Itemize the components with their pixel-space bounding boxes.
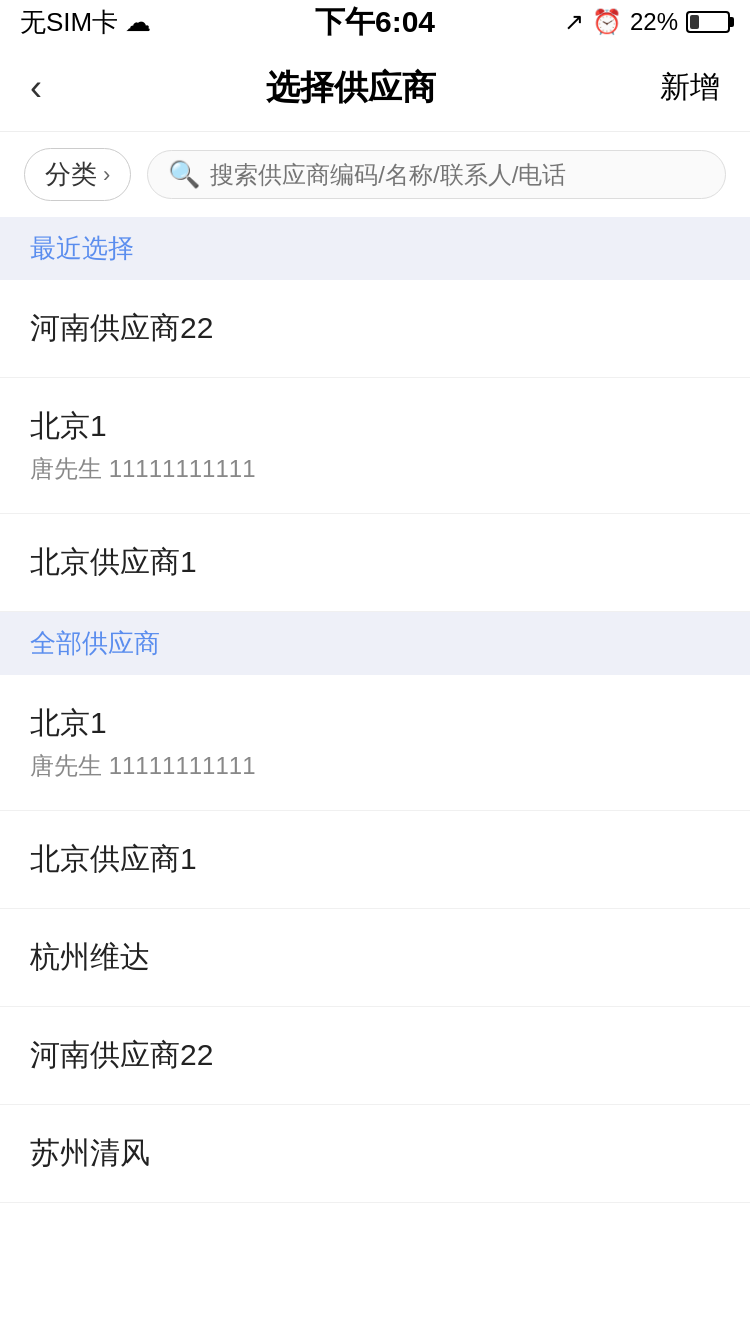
item-name: 河南供应商22	[30, 1035, 720, 1076]
status-bar: 无SIM卡 ☁ 下午6:04 ↗ ⏰ 22%	[0, 0, 750, 44]
search-icon: 🔍	[168, 159, 200, 190]
alarm-icon: ⏰	[592, 8, 622, 36]
item-name: 北京供应商1	[30, 542, 720, 583]
list-item[interactable]: 北京供应商1	[0, 514, 750, 612]
item-name: 北京供应商1	[30, 839, 720, 880]
category-button[interactable]: 分类 ›	[24, 148, 131, 201]
search-box: 🔍	[147, 150, 726, 199]
list-item[interactable]: 北京供应商1	[0, 811, 750, 909]
item-name: 杭州维达	[30, 937, 720, 978]
item-detail: 唐先生 11111111111	[30, 750, 720, 782]
list-item[interactable]: 北京1 唐先生 11111111111	[0, 675, 750, 811]
list-item[interactable]: 河南供应商22	[0, 280, 750, 378]
recent-section-header: 最近选择	[0, 217, 750, 280]
back-button[interactable]: ‹	[30, 67, 42, 109]
battery-percent: 22%	[630, 8, 678, 36]
no-sim-label: 无SIM卡 ☁	[20, 5, 151, 40]
chevron-right-icon: ›	[103, 162, 110, 188]
item-name: 苏州清风	[30, 1133, 720, 1174]
all-section-header: 全部供应商	[0, 612, 750, 675]
add-button[interactable]: 新增	[660, 67, 720, 108]
recent-list: 河南供应商22 北京1 唐先生 11111111111 北京供应商1	[0, 280, 750, 612]
nav-bar: ‹ 选择供应商 新增	[0, 44, 750, 132]
list-item[interactable]: 苏州清风	[0, 1105, 750, 1203]
item-name: 北京1	[30, 703, 720, 744]
filter-bar: 分类 › 🔍	[0, 132, 750, 217]
all-list: 北京1 唐先生 11111111111 北京供应商1 杭州维达河南供应商22 苏州清风	[0, 675, 750, 1203]
battery-icon	[686, 11, 730, 33]
status-left: 无SIM卡 ☁	[20, 5, 151, 40]
list-item[interactable]: 河南供应商22	[0, 1007, 750, 1105]
list-item[interactable]: 杭州维达	[0, 909, 750, 1007]
location-icon: ↗	[564, 8, 584, 36]
item-name: 北京1	[30, 406, 720, 447]
search-input[interactable]	[210, 161, 705, 189]
item-name: 河南供应商22	[30, 308, 720, 349]
category-label: 分类	[45, 157, 97, 192]
status-right: ↗ ⏰ 22%	[564, 8, 730, 36]
item-detail: 唐先生 11111111111	[30, 453, 720, 485]
status-time: 下午6:04	[315, 2, 435, 43]
page-title: 选择供应商	[266, 65, 436, 111]
list-item[interactable]: 北京1 唐先生 11111111111	[0, 378, 750, 514]
